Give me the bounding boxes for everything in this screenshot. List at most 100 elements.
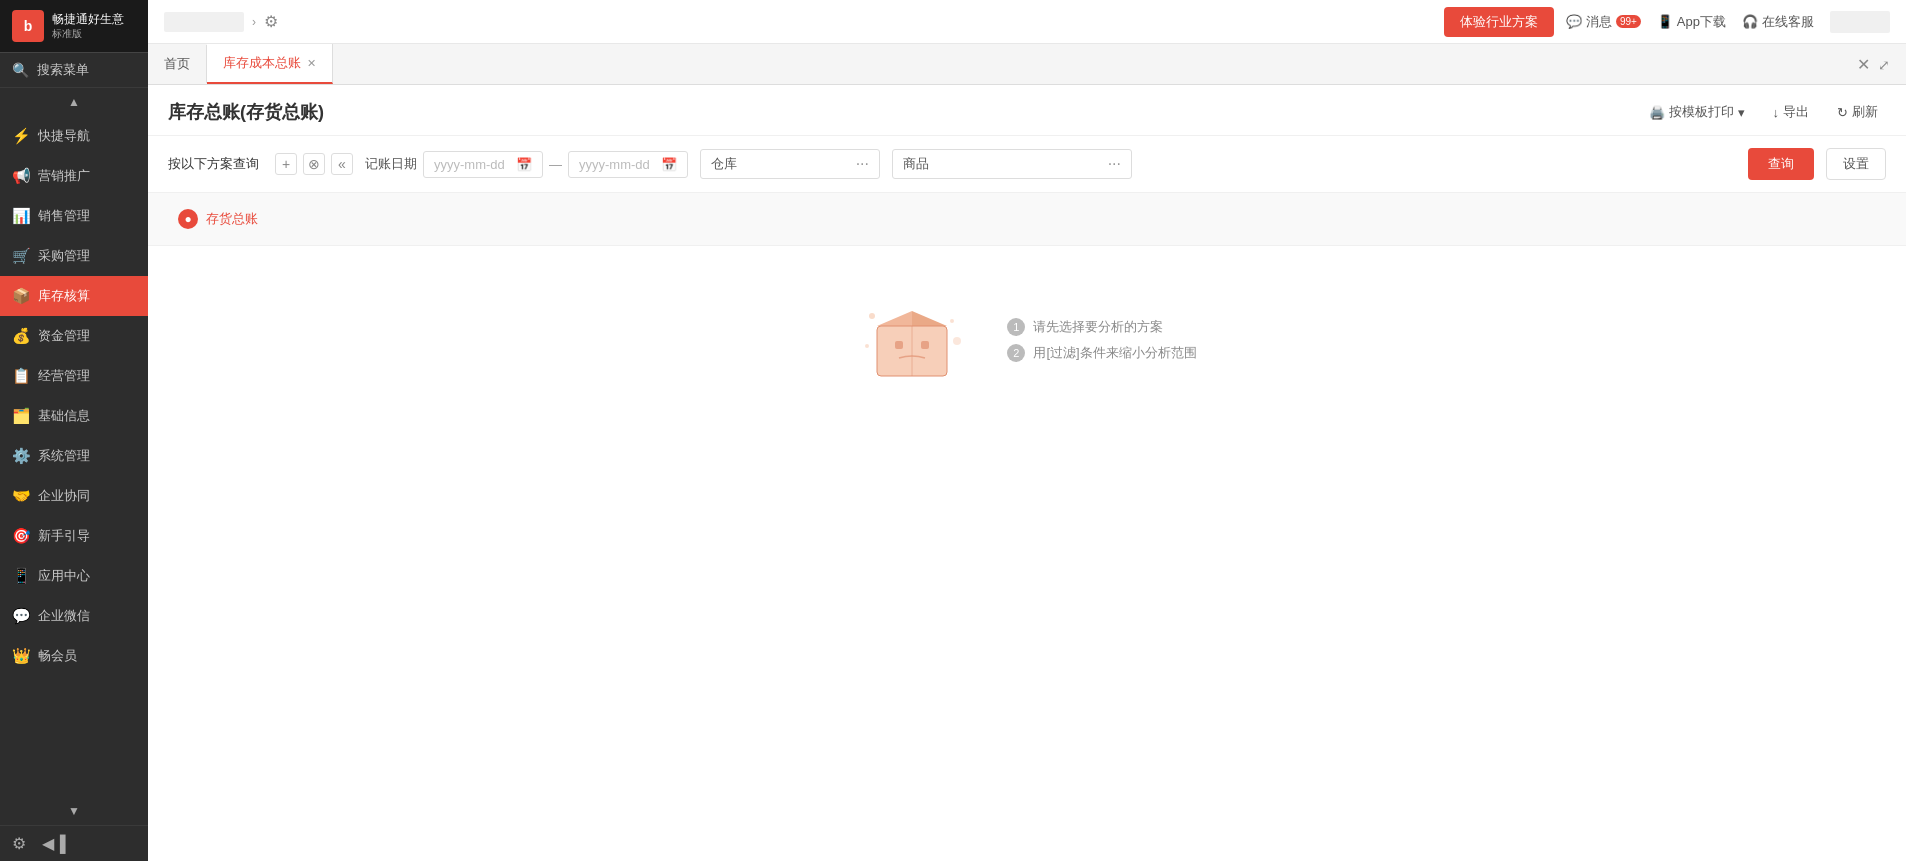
svg-point-7	[953, 337, 961, 345]
scheme-label: 存货总账	[206, 210, 258, 228]
sidebar-item-label: 畅会员	[38, 647, 77, 665]
sidebar-scroll-up[interactable]: ▲	[0, 88, 148, 116]
breadcrumb-placeholder	[164, 12, 244, 32]
svg-point-8	[865, 344, 869, 348]
base-info-icon: 🗂️	[12, 407, 30, 425]
scheme-area: ● 存货总账	[148, 193, 1906, 246]
page-header: 库存总账(存货总账) 🖨️ 按模板打印 ▾ ↓ 导出 ↻ 刷新	[148, 85, 1906, 136]
export-label: 导出	[1783, 103, 1809, 121]
app-download-item[interactable]: 📱 App下载	[1657, 13, 1726, 31]
purchase-icon: 🛒	[12, 247, 30, 265]
refresh-btn[interactable]: ↻ 刷新	[1829, 99, 1886, 125]
tab-bar: 首页 库存成本总账 ✕ ✕ ⤢	[148, 44, 1906, 85]
tip-item-1: 1 请先选择要分析的方案	[1007, 318, 1196, 336]
sidebar-search[interactable]: 🔍 搜索菜单	[0, 53, 148, 88]
filter-label: 按以下方案查询	[168, 155, 259, 173]
header-gear-icon[interactable]: ⚙	[264, 12, 278, 31]
print-icon: 🖨️	[1649, 105, 1665, 120]
sidebar-item-label: 快捷导航	[38, 127, 90, 145]
sidebar-item-sales[interactable]: 📊 销售管理	[0, 196, 148, 236]
sidebar-item-label: 销售管理	[38, 207, 90, 225]
svg-marker-2	[912, 311, 947, 326]
sidebar-item-membership[interactable]: 👑 畅会员	[0, 636, 148, 676]
empty-illustration	[857, 286, 967, 386]
sidebar-item-operations[interactable]: 📋 经营管理	[0, 356, 148, 396]
industry-btn[interactable]: 体验行业方案	[1444, 7, 1554, 37]
tip-text-1: 请先选择要分析的方案	[1033, 318, 1163, 336]
sidebar-item-system[interactable]: ⚙️ 系统管理	[0, 436, 148, 476]
finance-icon: 💰	[12, 327, 30, 345]
sidebar-item-purchase[interactable]: 🛒 采购管理	[0, 236, 148, 276]
online-service-label: 在线客服	[1762, 13, 1814, 31]
online-service-item[interactable]: 🎧 在线客服	[1742, 13, 1814, 31]
sidebar-item-wechat[interactable]: 💬 企业微信	[0, 596, 148, 636]
filter-bar: 按以下方案查询 + ⊗ « 记账日期 yyyy-mm-dd 📅 — yyyy-m…	[148, 136, 1906, 193]
system-icon: ⚙️	[12, 447, 30, 465]
close-button[interactable]: ✕	[1857, 55, 1870, 74]
sidebar-bottom: ⚙ ◀▐	[0, 825, 148, 861]
app-edition: 标准版	[52, 27, 124, 41]
app-download-label: App下载	[1677, 13, 1726, 31]
sidebar-scroll-down[interactable]: ▼	[0, 797, 148, 825]
message-badge: 99+	[1616, 15, 1641, 28]
filter-add-btn[interactable]: +	[275, 153, 297, 175]
date-end-input[interactable]: yyyy-mm-dd 📅	[568, 151, 688, 178]
settings-icon[interactable]: ⚙	[12, 834, 26, 853]
date-end-placeholder: yyyy-mm-dd	[579, 157, 650, 172]
search-icon: 🔍	[12, 62, 29, 78]
svg-rect-9	[895, 341, 903, 349]
logo-icon: b	[12, 10, 44, 42]
sidebar-item-quick-nav[interactable]: ⚡ 快捷导航	[0, 116, 148, 156]
empty-tips: 1 请先选择要分析的方案 2 用[过滤]条件来缩小分析范围	[1007, 318, 1196, 370]
sales-icon: 📊	[12, 207, 30, 225]
product-select[interactable]: 商品 ···	[892, 149, 1132, 179]
scheme-item[interactable]: ● 存货总账	[168, 203, 268, 235]
print-label: 按模板打印	[1669, 103, 1734, 121]
quick-nav-icon: ⚡	[12, 127, 30, 145]
tab-home-label: 首页	[164, 55, 190, 73]
settings-button[interactable]: 设置	[1826, 148, 1886, 180]
tab-inventory-cost[interactable]: 库存成本总账 ✕	[207, 44, 333, 84]
export-btn[interactable]: ↓ 导出	[1765, 99, 1818, 125]
print-template-btn[interactable]: 🖨️ 按模板打印 ▾	[1641, 99, 1753, 125]
export-icon: ↓	[1773, 105, 1780, 120]
message-label: 消息	[1586, 13, 1612, 31]
product-more-icon: ···	[1108, 155, 1121, 173]
operations-icon: 📋	[12, 367, 30, 385]
download-icon: 📱	[1657, 14, 1673, 29]
marketing-icon: 📢	[12, 167, 30, 185]
sidebar: b 畅捷通好生意 标准版 🔍 搜索菜单 ▲ ⚡ 快捷导航 📢 营销推广 📊 销售…	[0, 0, 148, 861]
warehouse-select[interactable]: 仓库 ···	[700, 149, 880, 179]
user-avatar[interactable]	[1830, 11, 1890, 33]
sidebar-item-base-info[interactable]: 🗂️ 基础信息	[0, 396, 148, 436]
sidebar-nav: ⚡ 快捷导航 📢 营销推广 📊 销售管理 🛒 采购管理 📦 库存核算 💰 资金管…	[0, 116, 148, 797]
date-start-input[interactable]: yyyy-mm-dd 📅	[423, 151, 543, 178]
sidebar-item-newbie[interactable]: 🎯 新手引导	[0, 516, 148, 556]
sidebar-item-enterprise[interactable]: 🤝 企业协同	[0, 476, 148, 516]
sidebar-item-label: 资金管理	[38, 327, 90, 345]
empty-state-area: 1 请先选择要分析的方案 2 用[过滤]条件来缩小分析范围	[148, 246, 1906, 442]
sidebar-item-marketing[interactable]: 📢 营销推广	[0, 156, 148, 196]
empty-svg	[857, 286, 967, 386]
wechat-icon: 💬	[12, 607, 30, 625]
tab-inventory-cost-label: 库存成本总账	[223, 54, 301, 72]
inventory-icon: 📦	[12, 287, 30, 305]
sidebar-item-app-center[interactable]: 📱 应用中心	[0, 556, 148, 596]
empty-box: 1 请先选择要分析的方案 2 用[过滤]条件来缩小分析范围	[857, 286, 1196, 402]
sidebar-item-finance[interactable]: 💰 资金管理	[0, 316, 148, 356]
collapse-icon[interactable]: ◀▐	[42, 834, 65, 853]
calendar-end-icon: 📅	[661, 157, 677, 172]
refresh-label: 刷新	[1852, 103, 1878, 121]
sidebar-item-inventory[interactable]: 📦 库存核算	[0, 276, 148, 316]
filter-collapse-btn[interactable]: ⊗	[303, 153, 325, 175]
resize-button[interactable]: ⤢	[1878, 56, 1890, 72]
query-button[interactable]: 查询	[1748, 148, 1814, 180]
message-item[interactable]: 💬 消息 99+	[1566, 13, 1641, 31]
sidebar-item-label: 库存核算	[38, 287, 90, 305]
tip-num-2: 2	[1007, 344, 1025, 362]
page-content: 库存总账(存货总账) 🖨️ 按模板打印 ▾ ↓ 导出 ↻ 刷新 按以下方案查询	[148, 85, 1906, 861]
tab-home[interactable]: 首页	[148, 45, 207, 83]
filter-arrow-btn[interactable]: «	[331, 153, 353, 175]
membership-icon: 👑	[12, 647, 30, 665]
tab-close-icon[interactable]: ✕	[307, 57, 316, 70]
